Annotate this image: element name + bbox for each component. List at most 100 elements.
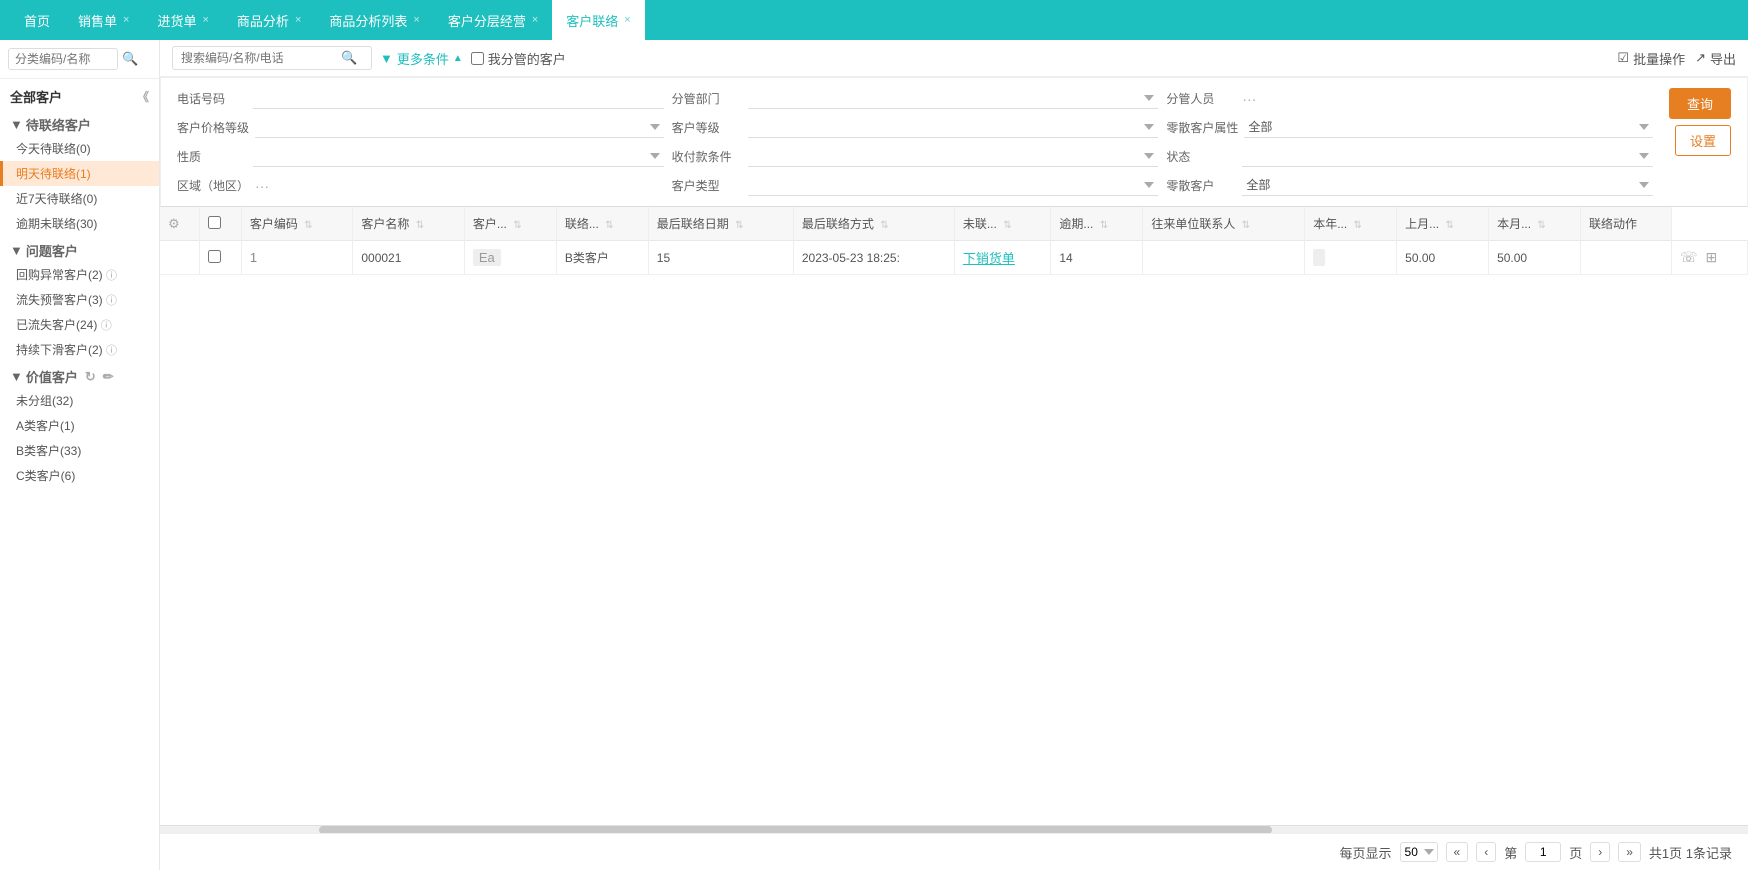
pagination-bar: 每页显示 50 « ‹ 第 页 › » 共1页 1条记录 bbox=[160, 833, 1748, 870]
refresh-icon[interactable]: ↻ bbox=[85, 369, 96, 385]
th-gear: ⚙ bbox=[160, 207, 199, 241]
close-icon[interactable]: × bbox=[624, 14, 630, 26]
person-more-dots[interactable]: ··· bbox=[1242, 91, 1256, 107]
nav-customer-contact[interactable]: 客户联络 × bbox=[552, 0, 644, 40]
action-icons: ☏ ⊞ bbox=[1680, 249, 1739, 266]
filter-actions: 查询 设置 bbox=[1669, 88, 1731, 156]
retail-customer-select[interactable]: 全部 bbox=[1242, 175, 1653, 196]
filter-row-4: 区域（地区） ··· 客户类型 零散客户 全部 bbox=[177, 175, 1653, 196]
row-checkbox[interactable] bbox=[208, 250, 221, 263]
th-this-month: 本月... ⇅ bbox=[1489, 207, 1581, 241]
qr-icon[interactable]: ⊞ bbox=[1705, 249, 1717, 266]
customer-type-select[interactable] bbox=[748, 175, 1159, 196]
nav-customer-stratification[interactable]: 客户分层经营 × bbox=[434, 0, 552, 40]
th-last-contact-date: 最后联络日期 ⇅ bbox=[648, 207, 793, 241]
next-page-button[interactable]: › bbox=[1590, 842, 1610, 862]
sidebar-search-input[interactable] bbox=[8, 48, 118, 70]
edit-icon[interactable]: ✏ bbox=[103, 369, 114, 385]
sidebar-item-a-customers[interactable]: A类客户(1) bbox=[0, 413, 159, 438]
last-contact-method-link[interactable]: 下销货单 bbox=[963, 251, 1015, 266]
sort-icon: ⇅ bbox=[304, 220, 312, 231]
close-icon[interactable]: × bbox=[413, 14, 419, 26]
filter-more-button[interactable]: ▼ 更多条件 ▲ bbox=[380, 49, 463, 68]
all-customers-header: 全部客户 《 bbox=[0, 79, 159, 110]
nature-select[interactable] bbox=[253, 146, 664, 167]
page-number-input[interactable] bbox=[1525, 842, 1561, 862]
th-action: 联络动作 bbox=[1581, 207, 1672, 241]
sidebar-search-area: 🔍 bbox=[0, 40, 159, 79]
sidebar-item-overdue-contact[interactable]: 逾期未联络(30) bbox=[0, 211, 159, 236]
sidebar-item-7days-contact[interactable]: 近7天待联络(0) bbox=[0, 186, 159, 211]
main-layout: 🔍 全部客户 《 ▼ 待联络客户 今天待联络(0) 明天待联络(1) 近7天待联… bbox=[0, 40, 1748, 870]
data-table: ⚙ 客户编码 ⇅ 客户名称 ⇅ 客户... ⇅ 联络... ⇅ 最后联络日期 ⇅… bbox=[160, 207, 1748, 275]
sort-icon: ⇅ bbox=[1100, 220, 1108, 231]
dept-select[interactable] bbox=[748, 88, 1159, 109]
sidebar-item-b-customers[interactable]: B类客户(33) bbox=[0, 438, 159, 463]
nav-home[interactable]: 首页 bbox=[10, 0, 64, 40]
nav-product-analysis[interactable]: 商品分析 × bbox=[223, 0, 315, 40]
sidebar-item-tomorrow-contact[interactable]: 明天待联络(1) bbox=[0, 161, 159, 186]
filter-area: 区域（地区） ··· bbox=[177, 177, 664, 194]
data-table-wrap: ⚙ 客户编码 ⇅ 客户名称 ⇅ 客户... ⇅ 联络... ⇅ 最后联络日期 ⇅… bbox=[160, 207, 1748, 825]
first-page-button[interactable]: « bbox=[1446, 842, 1469, 862]
sidebar-item-churn-warning[interactable]: 流失预警客户(3) ⓘ bbox=[0, 287, 159, 312]
sidebar-item-today-contact[interactable]: 今天待联络(0) bbox=[0, 136, 159, 161]
phone-input[interactable] bbox=[253, 88, 664, 109]
sidebar-item-declining[interactable]: 持续下滑客户(2) ⓘ bbox=[0, 337, 159, 362]
sidebar-group-pending: ▼ 待联络客户 bbox=[0, 110, 159, 136]
page-size-select[interactable]: 50 bbox=[1400, 842, 1438, 862]
sort-icon: ⇅ bbox=[1354, 220, 1362, 231]
nav-purchase-order[interactable]: 进货单 × bbox=[143, 0, 222, 40]
batch-operations-button[interactable]: ☑ 批量操作 bbox=[1617, 49, 1685, 68]
my-customers-checkbox-label[interactable]: 我分管的客户 bbox=[471, 49, 566, 68]
last-page-button[interactable]: » bbox=[1618, 842, 1641, 862]
prev-page-button[interactable]: ‹ bbox=[1476, 842, 1496, 862]
sidebar: 🔍 全部客户 《 ▼ 待联络客户 今天待联络(0) 明天待联络(1) 近7天待联… bbox=[0, 40, 160, 870]
search-icon[interactable]: 🔍 bbox=[122, 51, 138, 67]
cell-unit-contact bbox=[1305, 241, 1397, 275]
cell-last-month: 50.00 bbox=[1489, 241, 1581, 275]
export-button[interactable]: ↗ 导出 bbox=[1695, 49, 1736, 68]
th-last-month: 上月... ⇅ bbox=[1397, 207, 1489, 241]
sort-icon: ⇅ bbox=[1537, 220, 1545, 231]
close-icon[interactable]: × bbox=[295, 14, 301, 26]
close-icon[interactable]: × bbox=[123, 14, 129, 26]
close-icon[interactable]: × bbox=[202, 14, 208, 26]
cell-last-contact-date: 2023-05-23 18:25: bbox=[793, 241, 954, 275]
collapse-icon[interactable]: 《 bbox=[137, 88, 149, 105]
customer-grade-select[interactable] bbox=[748, 117, 1159, 138]
select-all-checkbox[interactable] bbox=[208, 216, 221, 229]
triangle-icon: ▼ bbox=[10, 243, 23, 258]
sidebar-item-c-customers[interactable]: C类客户(6) bbox=[0, 463, 159, 488]
filter-icon: ▼ bbox=[380, 51, 393, 66]
search-icon[interactable]: 🔍 bbox=[341, 50, 357, 66]
filter-row-3: 性质 收付款条件 状态 bbox=[177, 146, 1653, 167]
sidebar-item-churned[interactable]: 已流失客户(24) ⓘ bbox=[0, 312, 159, 337]
cell-checkbox bbox=[199, 241, 241, 275]
area-more-dots[interactable]: ··· bbox=[255, 178, 269, 194]
th-contact-count: 联络... ⇅ bbox=[556, 207, 648, 241]
retail-attr-select[interactable]: 全部 bbox=[1244, 117, 1653, 138]
sidebar-item-abnormal-repurchase[interactable]: 回购异常客户(2) ⓘ bbox=[0, 262, 159, 287]
price-grade-select[interactable] bbox=[255, 117, 664, 138]
filter-nature: 性质 bbox=[177, 146, 664, 167]
payment-select[interactable] bbox=[748, 146, 1159, 167]
my-customers-checkbox[interactable] bbox=[471, 52, 484, 65]
nav-sales-order[interactable]: 销售单 × bbox=[64, 0, 143, 40]
cell-contact-count: 15 bbox=[648, 241, 793, 275]
sidebar-item-ungrouped[interactable]: 未分组(32) bbox=[0, 388, 159, 413]
sort-icon: ⇅ bbox=[735, 220, 743, 231]
nav-product-analysis-list[interactable]: 商品分析列表 × bbox=[315, 0, 433, 40]
sort-icon: ⇅ bbox=[1445, 220, 1453, 231]
phone-icon[interactable]: ☏ bbox=[1680, 249, 1698, 266]
settings-button[interactable]: 设置 bbox=[1675, 125, 1731, 156]
th-type: 客户... ⇅ bbox=[464, 207, 556, 241]
gear-icon[interactable]: ⚙ bbox=[168, 216, 180, 231]
query-button[interactable]: 查询 bbox=[1669, 88, 1731, 119]
table-scrollbar[interactable] bbox=[160, 825, 1748, 833]
th-uncontacted: 未联... ⇅ bbox=[954, 207, 1051, 241]
toolbar: 🔍 ▼ 更多条件 ▲ 我分管的客户 ☑ 批量操作 ↗ 导出 bbox=[160, 40, 1748, 77]
status-select[interactable] bbox=[1242, 146, 1653, 167]
search-input[interactable] bbox=[181, 51, 341, 65]
close-icon[interactable]: × bbox=[532, 14, 538, 26]
